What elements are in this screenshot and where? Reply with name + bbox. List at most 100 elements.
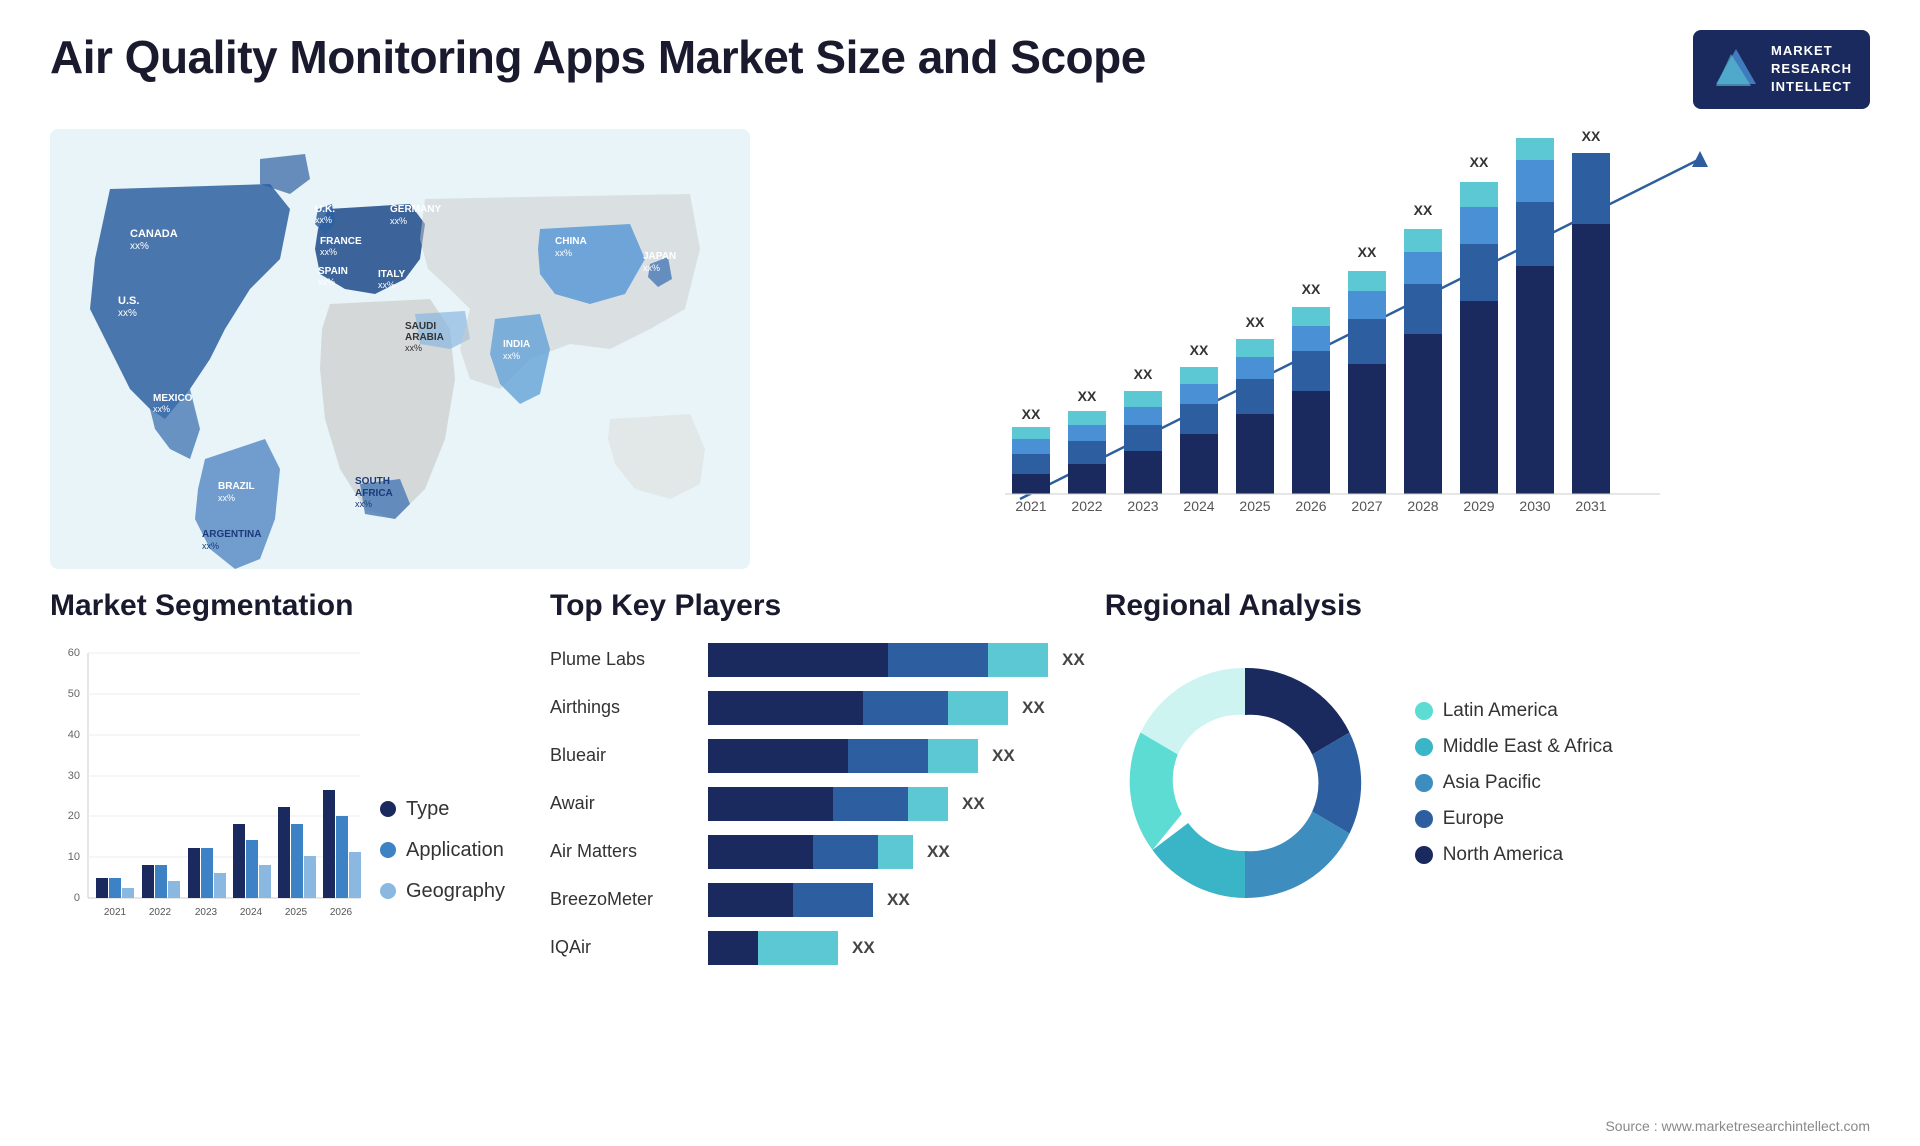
- svg-text:2024: 2024: [240, 907, 263, 918]
- svg-text:2021: 2021: [104, 907, 127, 918]
- player-row-awair: Awair XX: [550, 787, 1085, 821]
- svg-text:2027: 2027: [1351, 498, 1382, 514]
- svg-text:2028: 2028: [1407, 498, 1438, 514]
- legend-dot-geography: [380, 883, 396, 899]
- bar-chart-svg: XX XX XX XX: [790, 129, 1870, 549]
- svg-text:xx%: xx%: [355, 499, 372, 509]
- player-bar-val: XX: [962, 794, 985, 814]
- player-bar-val: XX: [887, 890, 910, 910]
- svg-text:ARGENTINA: ARGENTINA: [202, 529, 261, 540]
- svg-text:xx%: xx%: [318, 277, 335, 287]
- svg-text:2022: 2022: [1071, 498, 1102, 514]
- player-bar-wrap: XX: [708, 931, 1085, 965]
- player-bar-val: XX: [1022, 698, 1045, 718]
- player-name: Plume Labs: [550, 649, 700, 670]
- player-bar-wrap: XX: [708, 835, 1085, 869]
- svg-text:AFRICA: AFRICA: [355, 488, 393, 499]
- svg-text:2023: 2023: [1127, 498, 1158, 514]
- player-name: Blueair: [550, 745, 700, 766]
- svg-text:CHINA: CHINA: [555, 236, 587, 247]
- svg-text:SOUTH: SOUTH: [355, 476, 390, 487]
- reg-legend-item-middle-east: Middle East & Africa: [1415, 736, 1613, 758]
- svg-text:SAUDI: SAUDI: [405, 321, 436, 332]
- player-bar-val: XX: [927, 842, 950, 862]
- svg-text:SPAIN: SPAIN: [318, 266, 348, 277]
- legend-item-geography: Geography: [380, 880, 505, 903]
- player-bar-val: XX: [852, 938, 875, 958]
- top-section: CANADA xx% U.S. xx% MEXICO xx% BRAZIL xx…: [50, 129, 1870, 549]
- legend-label-application: Application: [406, 839, 504, 862]
- map-container: CANADA xx% U.S. xx% MEXICO xx% BRAZIL xx…: [50, 129, 750, 549]
- svg-text:U.K.: U.K.: [315, 204, 335, 215]
- player-bar-val: XX: [992, 746, 1015, 766]
- reg-label-europe: Europe: [1443, 808, 1504, 830]
- legend-dot-application: [380, 842, 396, 858]
- legend-label-type: Type: [406, 798, 449, 821]
- key-players-title: Top Key Players: [550, 589, 1085, 623]
- svg-text:2025: 2025: [285, 907, 308, 918]
- reg-legend-item-latin-america: Latin America: [1415, 700, 1613, 722]
- player-name: Air Matters: [550, 841, 700, 862]
- svg-text:2023: 2023: [195, 907, 218, 918]
- svg-text:2031: 2031: [1575, 498, 1606, 514]
- player-name: BreezoMeter: [550, 889, 700, 910]
- page-container: Air Quality Monitoring Apps Market Size …: [0, 0, 1920, 1146]
- reg-dot-north-america: [1415, 846, 1433, 864]
- svg-text:XX: XX: [1358, 244, 1377, 260]
- player-row-iqair: IQAir XX: [550, 931, 1085, 965]
- svg-text:XX: XX: [1470, 154, 1489, 170]
- player-bar: [708, 643, 1048, 677]
- svg-text:40: 40: [68, 729, 80, 741]
- player-row-breezometer: BreezoMeter XX: [550, 883, 1085, 917]
- svg-text:50: 50: [68, 688, 80, 700]
- seg-chart-area: 0 10 20 30 40 50 60: [50, 643, 530, 933]
- bar-chart-container: XX XX XX XX: [790, 129, 1870, 549]
- player-name: Airthings: [550, 697, 700, 718]
- player-name: Awair: [550, 793, 700, 814]
- source-text: Source : www.marketresearchintellect.com: [1605, 1118, 1870, 1134]
- player-bar: [708, 739, 978, 773]
- svg-text:xx%: xx%: [218, 493, 235, 503]
- market-seg-title: Market Segmentation: [50, 589, 530, 623]
- svg-text:XX: XX: [1134, 366, 1153, 382]
- player-bar: [708, 787, 948, 821]
- player-row-air-matters: Air Matters XX: [550, 835, 1085, 869]
- player-bar: [708, 835, 913, 869]
- svg-text:2030: 2030: [1519, 498, 1550, 514]
- page-title: Air Quality Monitoring Apps Market Size …: [50, 30, 1146, 84]
- svg-text:2022: 2022: [149, 907, 172, 918]
- svg-text:xx%: xx%: [555, 248, 572, 258]
- svg-text:FRANCE: FRANCE: [320, 236, 362, 247]
- svg-text:0: 0: [74, 892, 80, 904]
- svg-text:GERMANY: GERMANY: [390, 204, 441, 215]
- svg-text:U.S.: U.S.: [118, 295, 139, 307]
- player-bar-wrap: XX: [708, 643, 1085, 677]
- key-players: Top Key Players Plume Labs XX Airthings: [550, 589, 1085, 979]
- svg-text:INDIA: INDIA: [503, 339, 530, 350]
- svg-text:xx%: xx%: [405, 343, 422, 353]
- reg-dot-middle-east: [1415, 738, 1433, 756]
- svg-text:xx%: xx%: [202, 541, 219, 551]
- svg-text:MEXICO: MEXICO: [153, 393, 193, 404]
- legend-item-type: Type: [380, 798, 505, 821]
- player-bar: [708, 931, 838, 965]
- reg-label-middle-east: Middle East & Africa: [1443, 736, 1613, 758]
- svg-text:2026: 2026: [1295, 498, 1326, 514]
- svg-text:60: 60: [68, 647, 80, 659]
- regional-legend: Latin America Middle East & Africa Asia …: [1415, 700, 1613, 866]
- svg-text:xx%: xx%: [643, 263, 660, 273]
- player-bar-val: XX: [1062, 650, 1085, 670]
- svg-text:xx%: xx%: [320, 247, 337, 257]
- svg-text:xx%: xx%: [315, 215, 332, 225]
- donut-container: Latin America Middle East & Africa Asia …: [1105, 643, 1870, 923]
- svg-text:xx%: xx%: [503, 351, 520, 361]
- svg-text:xx%: xx%: [130, 241, 149, 252]
- svg-text:10: 10: [68, 851, 80, 863]
- svg-text:20: 20: [68, 810, 80, 822]
- regional-title: Regional Analysis: [1105, 589, 1870, 623]
- svg-text:2029: 2029: [1463, 498, 1494, 514]
- svg-text:xx%: xx%: [378, 280, 395, 290]
- reg-dot-europe: [1415, 810, 1433, 828]
- svg-text:2025: 2025: [1239, 498, 1270, 514]
- svg-text:xx%: xx%: [153, 404, 170, 414]
